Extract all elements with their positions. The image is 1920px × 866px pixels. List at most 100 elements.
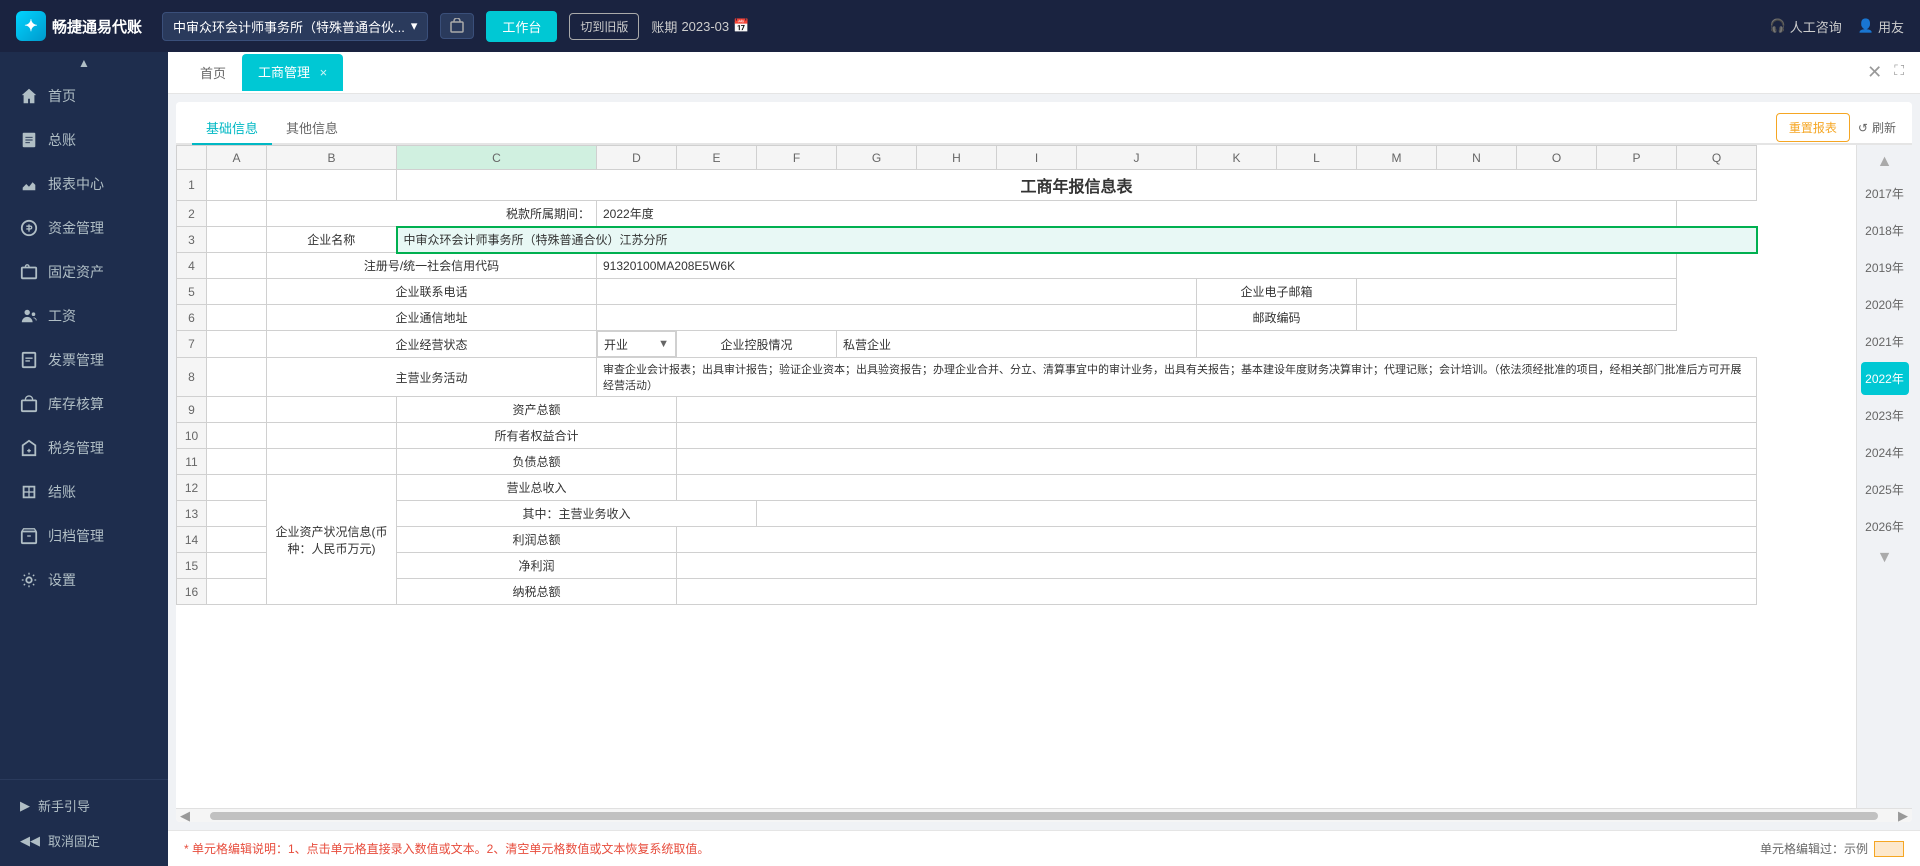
sidebar-scroll-up[interactable]: ▲ (0, 52, 168, 74)
table-row: 14 利润总额 (177, 527, 1757, 553)
panel-expand-icon[interactable]: ⛶ (1894, 62, 1904, 83)
row10-B[interactable] (267, 423, 397, 449)
row11-A[interactable] (207, 449, 267, 475)
reset-report-button[interactable]: 重置报表 (1776, 113, 1850, 142)
row13-A[interactable] (207, 501, 267, 527)
row-num-7: 7 (177, 331, 207, 358)
row5-A[interactable] (207, 279, 267, 305)
row15-value[interactable] (677, 553, 1757, 579)
sidebar-item-tax[interactable]: 税务管理 (0, 426, 168, 470)
row12-A[interactable] (207, 475, 267, 501)
row4-A[interactable] (207, 253, 267, 279)
tab-home[interactable]: 首页 (184, 55, 242, 90)
row9-B[interactable] (267, 397, 397, 423)
user-menu[interactable]: 👤 用友 (1858, 17, 1904, 36)
row6-postal[interactable] (1357, 305, 1677, 331)
row8-A[interactable] (207, 358, 267, 397)
refresh-button[interactable]: ↺ 刷新 (1858, 119, 1896, 136)
sidebar-item-hr[interactable]: 工资 (0, 294, 168, 338)
sidebar-item-home[interactable]: 首页 (0, 74, 168, 118)
row3-A[interactable] (207, 227, 267, 253)
row15-A[interactable] (207, 553, 267, 579)
row14-value[interactable] (677, 527, 1757, 553)
row1-A[interactable] (207, 170, 267, 201)
row2-label: 税款所属期间： (267, 201, 597, 227)
sidebar-item-close[interactable]: 结账 (0, 470, 168, 514)
year-item-2018[interactable]: 2018年 (1861, 214, 1909, 247)
col-header-L: L (1277, 146, 1357, 170)
sidebar-label-settings: 设置 (48, 570, 76, 590)
year-item-2017[interactable]: 2017年 (1861, 177, 1909, 210)
sidebar-item-inventory[interactable]: 库存核算 (0, 382, 168, 426)
year-nav-up[interactable]: ▲ (1873, 149, 1897, 175)
row5-email[interactable] (1357, 279, 1677, 305)
sidebar-item-invoice[interactable]: 发票管理 (0, 338, 168, 382)
year-nav-down[interactable]: ▼ (1873, 545, 1897, 571)
row6-A[interactable] (207, 305, 267, 331)
sub-tab-basic[interactable]: 基础信息 (192, 112, 272, 145)
h-scrollbar-thumb[interactable] (210, 812, 1878, 820)
row8-value[interactable]: 审查企业会计报表；出具审计报告；验证企业资本；出具验资报告；办理企业合并、分立、… (597, 358, 1757, 397)
sidebar-item-settings[interactable]: 设置 (0, 558, 168, 602)
year-item-2025[interactable]: 2025年 (1861, 473, 1909, 506)
year-item-2022[interactable]: 2022年 (1861, 362, 1909, 395)
row11-value[interactable] (677, 449, 1757, 475)
col-header-row: A B C D E F G H I J (177, 146, 1757, 170)
company-icon-btn[interactable] (440, 13, 474, 39)
tab-close-icon[interactable]: × (320, 65, 328, 80)
sidebar-item-assets[interactable]: 固定资产 (0, 250, 168, 294)
table-row: 13 其中：主营业务收入 (177, 501, 1757, 527)
year-item-2021[interactable]: 2021年 (1861, 325, 1909, 358)
row-num-14: 14 (177, 527, 207, 553)
year-item-2023[interactable]: 2023年 (1861, 399, 1909, 432)
row10-value[interactable] (677, 423, 1757, 449)
row1-B[interactable] (267, 170, 397, 201)
sidebar-item-unpin[interactable]: ◀◀ 取消固定 (0, 823, 168, 858)
sidebar-item-reports[interactable]: 报表中心 (0, 162, 168, 206)
row14-A[interactable] (207, 527, 267, 553)
row16-value[interactable] (677, 579, 1757, 605)
panel-close-icon[interactable]: ✕ (1867, 62, 1882, 83)
sidebar-item-new-guide[interactable]: ▶ 新手引导 (0, 788, 168, 823)
year-item-2020[interactable]: 2020年 (1861, 288, 1909, 321)
row2-value[interactable]: 2022年度 (597, 201, 1677, 227)
row6-addr[interactable] (597, 305, 1197, 331)
row9-A[interactable] (207, 397, 267, 423)
row7-A[interactable] (207, 331, 267, 358)
year-item-2024[interactable]: 2024年 (1861, 436, 1909, 469)
sidebar-label-hr: 工资 (48, 306, 76, 326)
row7-status[interactable]: 开业▼ (597, 331, 676, 357)
company-selector[interactable]: 中审众环会计师事务所（特殊普通合伙... ▾ (162, 12, 428, 41)
row9-value[interactable] (677, 397, 1757, 423)
h-scrollbar[interactable]: ◀ ▶ (176, 808, 1912, 822)
scroll-right-icon[interactable]: ▶ (1898, 808, 1908, 823)
row11-B[interactable] (267, 449, 397, 475)
finance-icon (20, 219, 38, 237)
tab-business-mgmt[interactable]: 工商管理 × (242, 54, 343, 91)
spreadsheet-scroll[interactable]: A B C D E F G H I J (176, 145, 1856, 808)
row6-label: 企业通信地址 (267, 305, 597, 331)
col-header-D: D (597, 146, 677, 170)
switch-version-button[interactable]: 切到旧版 (569, 13, 639, 40)
reports-icon (20, 175, 38, 193)
row5-phone[interactable] (597, 279, 1197, 305)
sidebar-item-archive[interactable]: 归档管理 (0, 514, 168, 558)
row16-A[interactable] (207, 579, 267, 605)
period-label: 账期 (651, 17, 677, 36)
year-item-2019[interactable]: 2019年 (1861, 251, 1909, 284)
year-item-2026[interactable]: 2026年 (1861, 510, 1909, 543)
row12-value[interactable] (677, 475, 1757, 501)
workbench-button[interactable]: 工作台 (486, 11, 557, 42)
row7-ctrl-value[interactable]: 私营企业 (837, 331, 1197, 358)
row13-value[interactable] (757, 501, 1757, 527)
calendar-icon[interactable]: 📅 (733, 18, 749, 34)
sidebar-item-ledger[interactable]: 总账 (0, 118, 168, 162)
sidebar-item-finance[interactable]: 资金管理 (0, 206, 168, 250)
row10-A[interactable] (207, 423, 267, 449)
consult-button[interactable]: 🎧 人工咨询 (1770, 17, 1842, 36)
row2-A[interactable] (207, 201, 267, 227)
row4-value[interactable]: 91320100MA208E5W6K (597, 253, 1677, 279)
sub-tab-other[interactable]: 其他信息 (272, 112, 352, 145)
scroll-left-icon[interactable]: ◀ (180, 808, 190, 823)
row3-value[interactable]: 中审众环会计师事务所（特殊普通合伙）江苏分所 (397, 227, 1757, 253)
